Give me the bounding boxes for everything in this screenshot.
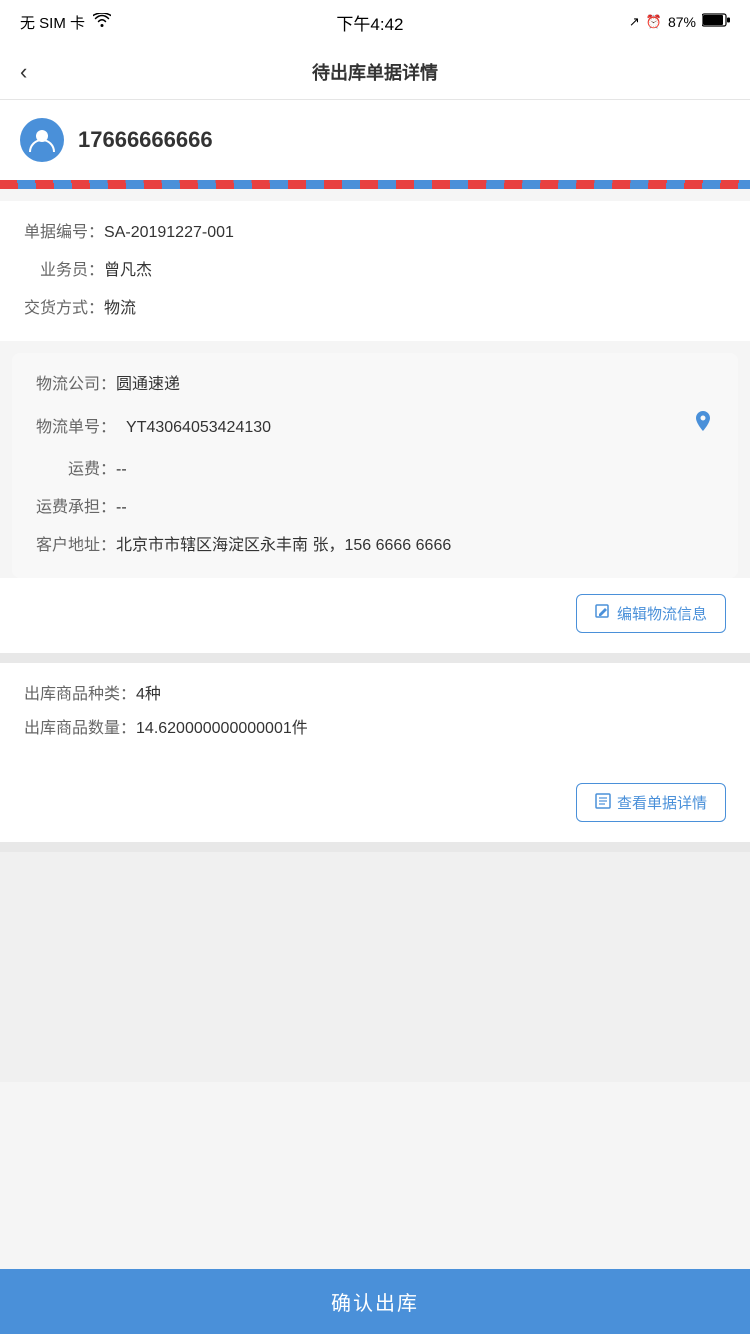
stock-qty-value: 14.620000000000001件 (136, 717, 726, 741)
salesman-label: 业务员： (24, 259, 104, 283)
time-display: 下午4:42 (336, 10, 403, 35)
stock-type-value: 4种 (136, 683, 726, 707)
status-bar: 无 SIM 卡 下午4:42 ↗ ⏰ 87% (0, 0, 750, 44)
address-row: 客户地址： 北京市市辖区海淀区永丰南 张，156 6666 6666 (36, 534, 714, 558)
tracking-value: YT43064053424130 (126, 416, 682, 440)
company-label: 物流公司： (36, 373, 116, 397)
freight-bear-value: -- (116, 496, 714, 520)
freight-bear-row: 运费承担： -- (36, 496, 714, 520)
order-no-row: 单据编号： SA-20191227-001 (24, 221, 726, 245)
company-value: 圆通速递 (116, 373, 714, 397)
salesman-value: 曾凡杰 (104, 259, 726, 283)
back-button[interactable]: ‹ (20, 59, 27, 85)
stock-qty-row: 出库商品数量： 14.620000000000001件 (24, 717, 726, 741)
gray-divider-1 (0, 653, 750, 663)
edit-logistics-button[interactable]: 编辑物流信息 (576, 594, 726, 633)
location-pin-icon[interactable] (692, 411, 714, 444)
stock-type-row: 出库商品种类： 4种 (24, 683, 726, 707)
alarm-icon: ⏰ (646, 14, 662, 30)
empty-area (0, 852, 750, 1082)
order-basic-section: 单据编号： SA-20191227-001 业务员： 曾凡杰 交货方式： 物流 (0, 201, 750, 341)
address-label: 客户地址： (36, 534, 116, 558)
order-no-label: 单据编号： (24, 221, 104, 245)
status-left: 无 SIM 卡 (20, 12, 111, 33)
avatar (20, 118, 64, 162)
user-phone: 17666666666 (78, 127, 213, 153)
edit-icon (595, 604, 611, 624)
logistics-section: 物流公司： 圆通速递 物流单号： YT43064053424130 运费： --… (12, 353, 738, 578)
freight-value: -- (116, 458, 714, 482)
address-value: 北京市市辖区海淀区永丰南 张，156 6666 6666 (116, 534, 714, 558)
battery-label: 87% (668, 14, 696, 30)
edit-logistics-row: 编辑物流信息 (0, 578, 750, 653)
wifi-icon (93, 13, 111, 31)
delivery-label: 交货方式： (24, 297, 104, 321)
page-spacer (0, 1082, 750, 1152)
stock-qty-label: 出库商品数量： (24, 717, 136, 741)
freight-row: 运费： -- (36, 458, 714, 482)
stock-type-label: 出库商品种类： (24, 683, 136, 707)
status-right: ↗ ⏰ 87% (629, 13, 730, 31)
freight-bear-label: 运费承担： (36, 496, 116, 520)
nav-bar: ‹ 待出库单据详情 (0, 44, 750, 100)
edit-logistics-label: 编辑物流信息 (617, 603, 707, 624)
salesman-row: 业务员： 曾凡杰 (24, 259, 726, 283)
tracking-row: 物流单号： YT43064053424130 (36, 411, 714, 444)
location-icon: ↗ (629, 14, 640, 30)
page-title: 待出库单据详情 (312, 59, 438, 85)
dashed-divider (0, 183, 750, 189)
stock-info-section: 出库商品种类： 4种 出库商品数量： 14.620000000000001件 (0, 663, 750, 771)
delivery-value: 物流 (104, 297, 726, 321)
confirm-button-container[interactable]: 确认出库 (0, 1269, 750, 1334)
list-icon (595, 793, 611, 813)
view-detail-row: 查看单据详情 (0, 771, 750, 842)
battery-icon (702, 13, 730, 31)
delivery-row: 交货方式： 物流 (24, 297, 726, 321)
company-row: 物流公司： 圆通速递 (36, 373, 714, 397)
carrier-label: 无 SIM 卡 (20, 12, 85, 33)
view-detail-label: 查看单据详情 (617, 792, 707, 813)
tracking-label: 物流单号： (36, 416, 116, 440)
user-section: 17666666666 (0, 100, 750, 183)
freight-label: 运费： (36, 458, 116, 482)
view-detail-button[interactable]: 查看单据详情 (576, 783, 726, 822)
order-no-value: SA-20191227-001 (104, 221, 726, 245)
confirm-button-label: 确认出库 (331, 1293, 419, 1315)
gray-divider-2 (0, 842, 750, 852)
